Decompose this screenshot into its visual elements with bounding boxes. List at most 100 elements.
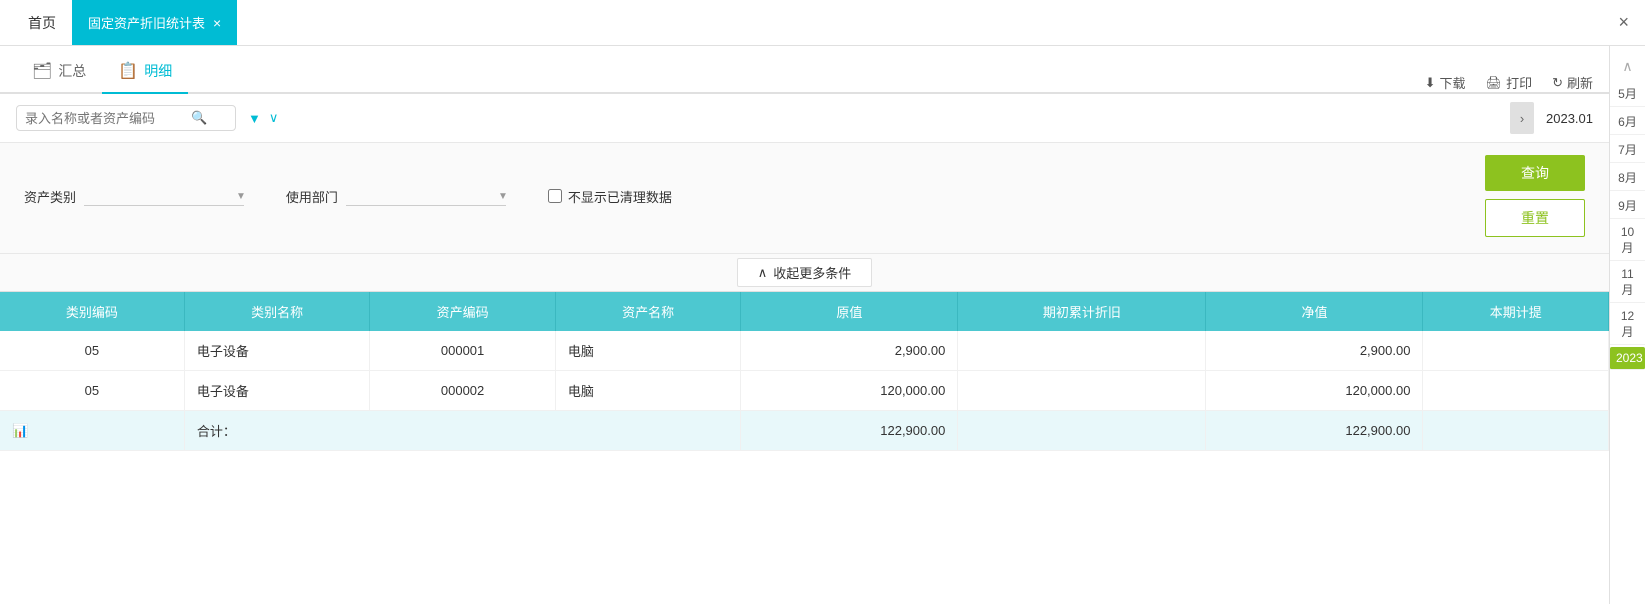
refresh-label: 刷新 <box>1567 73 1593 92</box>
more-conditions-button[interactable]: ▼ ∨ <box>248 110 278 126</box>
sidebar-month-7[interactable]: 7月 <box>1610 137 1645 163</box>
sidebar-month-12[interactable]: 12月 <box>1610 305 1645 345</box>
tab-detail-label: 明细 <box>144 61 172 81</box>
detail-icon: 📋 <box>118 61 138 81</box>
cell-cat-code: 05 <box>0 371 184 411</box>
col-current-dep: 本期计提 <box>1423 292 1609 331</box>
cell-acc-dep <box>958 331 1206 371</box>
sidebar-month-10[interactable]: 10月 <box>1610 221 1645 261</box>
search-icon: 🔍 <box>191 110 207 126</box>
cell-curr-dep <box>1423 371 1609 411</box>
top-nav: 首页 固定资产折旧统计表 × × <box>0 0 1645 46</box>
cell-acc-dep <box>958 371 1206 411</box>
window-close-icon[interactable]: × <box>1618 12 1629 33</box>
cell-net-val: 120,000.00 <box>1206 371 1423 411</box>
refresh-button[interactable]: ↻ 刷新 <box>1552 73 1593 92</box>
collapse-icon: ∧ <box>758 265 768 281</box>
col-category-name: 类别名称 <box>184 292 370 331</box>
col-original-value: 原值 <box>741 292 958 331</box>
data-table: 类别编码 类别名称 资产编码 资产名称 原值 期初累计折旧 净值 本期计提 05… <box>0 292 1609 451</box>
table-body: 05 电子设备 000001 电脑 2,900.00 2,900.00 05 电… <box>0 331 1609 451</box>
print-icon: 🖨 <box>1486 75 1503 91</box>
main-area: 🗂 汇总 📋 明细 ⬇ 下载 🖨 打印 ↻ 刷新 <box>0 46 1645 604</box>
dept-label: 使用部门 <box>286 187 338 206</box>
print-button[interactable]: 🖨 打印 <box>1486 73 1533 92</box>
sidebar-scroll-up-icon[interactable]: ∧ <box>1618 54 1636 79</box>
cell-asset-name: 电脑 <box>555 371 741 411</box>
hide-cleared-checkbox[interactable] <box>548 189 562 203</box>
download-icon: ⬇ <box>1425 75 1436 91</box>
tab-summary[interactable]: 🗂 汇总 <box>16 50 102 94</box>
collapse-button[interactable]: ∧ 收起更多条件 <box>737 258 873 287</box>
tab-summary-label: 汇总 <box>58 61 86 81</box>
chevron-down-icon: ∨ <box>269 110 279 126</box>
sidebar-year-2023[interactable]: 2023 <box>1610 347 1645 370</box>
col-net-value: 净值 <box>1206 292 1423 331</box>
cell-asset-code: 000002 <box>370 371 556 411</box>
reset-button[interactable]: 重置 <box>1485 199 1585 237</box>
table-header: 类别编码 类别名称 资产编码 资产名称 原值 期初累计折旧 净值 本期计提 <box>0 292 1609 331</box>
col-asset-code: 资产编码 <box>370 292 556 331</box>
tab-close-icon[interactable]: × <box>213 15 221 31</box>
toolbar-right: ⬇ 下载 🖨 打印 ↻ 刷新 <box>1425 73 1593 92</box>
cell-original-val: 120,000.00 <box>741 371 958 411</box>
print-label: 打印 <box>1506 73 1532 92</box>
sidebar-month-8[interactable]: 8月 <box>1610 165 1645 191</box>
subtotal-acc-dep <box>958 411 1206 451</box>
download-button[interactable]: ⬇ 下载 <box>1425 73 1466 92</box>
cell-asset-code: 000001 <box>370 331 556 371</box>
dept-input[interactable] <box>346 186 506 206</box>
period-label: 2023.01 <box>1546 111 1593 126</box>
sidebar-month-9[interactable]: 9月 <box>1610 193 1645 219</box>
subtotal-net-val: 122,900.00 <box>1206 411 1423 451</box>
cell-cat-code: 05 <box>0 331 184 371</box>
tab-title: 固定资产折旧统计表 <box>88 13 205 32</box>
hide-cleared-label: 不显示已清理数据 <box>568 187 672 206</box>
filter-icon: ▼ <box>248 111 261 126</box>
subtotal-row: 📊 合计： 122,900.00 122,900.00 <box>0 411 1609 451</box>
collapse-bar: ∧ 收起更多条件 <box>0 254 1609 292</box>
search-input[interactable] <box>25 111 185 126</box>
cell-curr-dep <box>1423 331 1609 371</box>
tab-bar: 🗂 汇总 📋 明细 ⬇ 下载 🖨 打印 ↻ 刷新 <box>0 46 1609 94</box>
query-button[interactable]: 查询 <box>1485 155 1585 191</box>
cell-cat-name: 电子设备 <box>184 331 370 371</box>
subtotal-curr-dep <box>1423 411 1609 451</box>
sidebar-month-5[interactable]: 5月 <box>1610 81 1645 107</box>
hide-cleared-wrap: 不显示已清理数据 <box>548 187 672 206</box>
sidebar-month-11[interactable]: 11月 <box>1610 263 1645 303</box>
refresh-icon: ↻ <box>1552 75 1563 91</box>
subtotal-label: 合计： <box>184 411 741 451</box>
col-category-code: 类别编码 <box>0 292 184 331</box>
cell-cat-name: 电子设备 <box>184 371 370 411</box>
adv-filter-row: 资产类别 ▼ 使用部门 ▼ 不显示已清理数据 查询 重置 <box>24 155 1585 237</box>
download-label: 下载 <box>1440 73 1466 92</box>
table-row: 05 电子设备 000001 电脑 2,900.00 2,900.00 <box>0 331 1609 371</box>
cell-original-val: 2,900.00 <box>741 331 958 371</box>
asset-type-input[interactable] <box>84 186 244 206</box>
adv-filter-section: 资产类别 ▼ 使用部门 ▼ 不显示已清理数据 查询 重置 <box>0 143 1609 254</box>
collapse-label: 收起更多条件 <box>773 263 851 282</box>
asset-type-dropdown-icon[interactable]: ▼ <box>236 191 246 202</box>
summary-icon: 🗂 <box>32 61 52 81</box>
content-area: 🗂 汇总 📋 明细 ⬇ 下载 🖨 打印 ↻ 刷新 <box>0 46 1609 604</box>
table-row: 05 电子设备 000002 电脑 120,000.00 120,000.00 <box>0 371 1609 411</box>
subtotal-icon: 📊 <box>12 423 28 438</box>
data-table-wrap: 类别编码 类别名称 资产编码 资产名称 原值 期初累计折旧 净值 本期计提 05… <box>0 292 1609 604</box>
right-panel-toggle[interactable]: › <box>1510 102 1534 134</box>
dept-dropdown-icon[interactable]: ▼ <box>498 191 508 202</box>
col-asset-name: 资产名称 <box>555 292 741 331</box>
asset-type-label: 资产类别 <box>24 187 76 206</box>
tab-detail[interactable]: 📋 明细 <box>102 50 188 94</box>
subtotal-original-val: 122,900.00 <box>741 411 958 451</box>
sidebar-month-6[interactable]: 6月 <box>1610 109 1645 135</box>
filter-bar: 🔍 ▼ ∨ › 2023.01 <box>0 94 1609 143</box>
home-nav-item[interactable]: 首页 <box>16 13 68 33</box>
asset-type-field: 资产类别 ▼ <box>24 186 246 206</box>
right-sidebar: ∧ 5月 6月 7月 8月 9月 10月 11月 12月 2023 <box>1609 46 1645 604</box>
dept-field: 使用部门 ▼ <box>286 186 508 206</box>
col-accumulated-dep: 期初累计折旧 <box>958 292 1206 331</box>
filter-buttons: 查询 重置 <box>1485 155 1585 237</box>
active-tab[interactable]: 固定资产折旧统计表 × <box>72 0 237 45</box>
subtotal-icon-cell: 📊 <box>0 411 184 451</box>
